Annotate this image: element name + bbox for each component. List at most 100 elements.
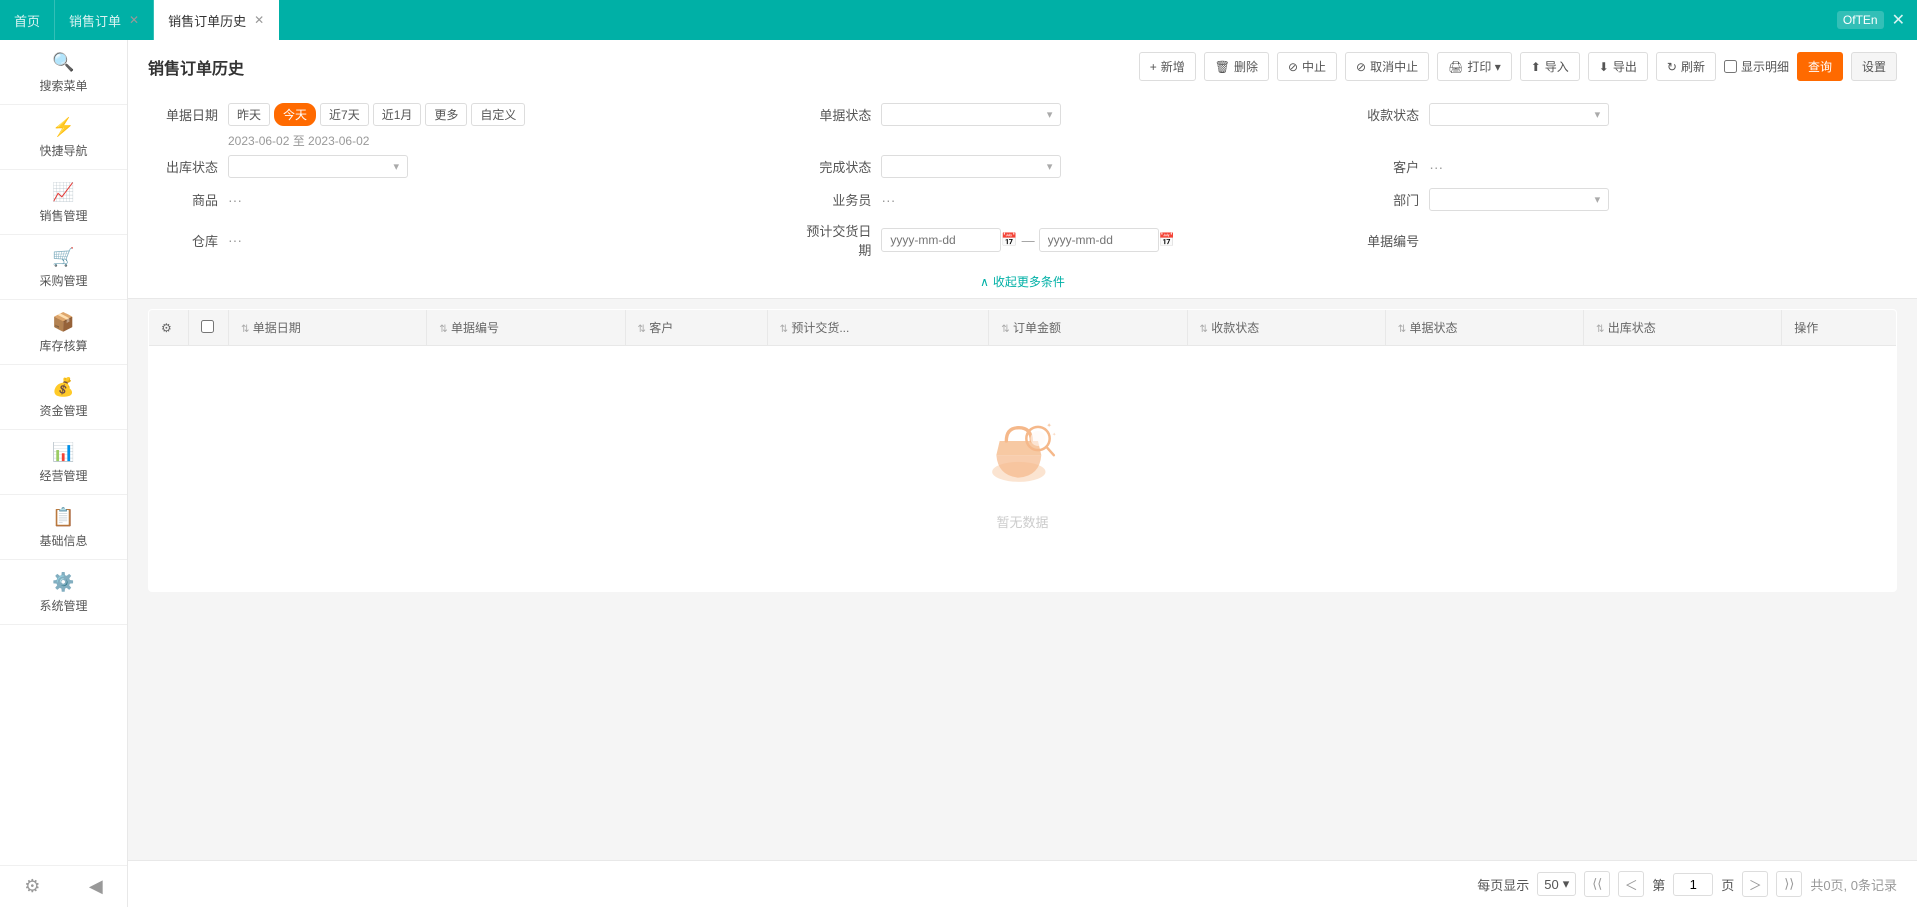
page-last-btn[interactable]: ⟩⟩ [1776,871,1802,897]
page-prev-btn[interactable]: ＜ [1618,871,1644,897]
empty-illustration: ✦ ✦ [973,406,1073,496]
sidebar-item-operations-label: 经营管理 [39,467,87,484]
th-customer-sort-icon[interactable]: ⇅ [638,324,646,335]
delivery-date-start-calendar-icon[interactable]: 📅 [1001,232,1017,248]
sales-icon: 📈 [52,182,74,203]
th-checkbox[interactable] [189,310,229,346]
goods-dots-btn[interactable]: ··· [228,192,242,208]
sidebar-item-basics[interactable]: 📋 基础信息 [0,495,127,560]
th-receipt-sort-icon[interactable]: ⇅ [1200,324,1208,335]
filter-row-3: 商品 ··· 业务员 ··· 部门 ▾ [148,188,1897,211]
th-settings[interactable]: ⚙ [149,310,189,346]
tab-home[interactable]: 首页 [0,0,55,40]
empty-state: ✦ ✦ 暂无数据 [149,346,1896,591]
topbar-right: OfTEn ✕ [1837,10,1917,30]
th-amount-sort-icon[interactable]: ⇅ [1001,324,1009,335]
tab-sales-order-history-close[interactable]: ✕ [254,13,264,27]
page-first-btn[interactable]: ⟨⟨ [1584,871,1610,897]
settings-button[interactable]: 设置 [1851,52,1897,81]
th-delivery-label: 预计交货... [791,321,849,335]
date-btn-custom[interactable]: 自定义 [471,103,525,126]
th-order-status-label: 单据状态 [1409,321,1457,335]
complete-chevron-icon: ▾ [1047,160,1053,173]
filter-row-1: 单据日期 昨天 今天 近7天 近1月 更多 自定义 [148,103,1897,126]
complete-status-select[interactable]: ▾ [881,155,1061,178]
th-customer-label: 客户 [649,321,673,335]
sidebar-item-search[interactable]: 🔍 搜索菜单 [0,40,127,105]
export-icon: ⬇ [1599,60,1609,74]
page-size-select[interactable]: 50 ▾ [1537,872,1576,896]
delivery-date-end[interactable] [1039,228,1159,252]
sidebar-item-sales[interactable]: 📈 销售管理 [0,170,127,235]
delivery-date-start[interactable] [881,228,1001,252]
cancel-stop-button[interactable]: ⊘ 取消中止 [1345,52,1429,81]
sidebar-item-quicknav[interactable]: ⚡ 快捷导航 [0,105,127,170]
date-btn-yesterday[interactable]: 昨天 [228,103,270,126]
date-btn-today[interactable]: 今天 [274,103,316,126]
date-btn-7days[interactable]: 近7天 [320,103,369,126]
th-out-sort-icon[interactable]: ⇅ [1596,324,1604,335]
date-btn-more[interactable]: 更多 [425,103,467,126]
date-buttons: 昨天 今天 近7天 近1月 更多 自定义 [228,103,525,126]
new-button[interactable]: + 新增 [1139,52,1196,81]
sidebar-item-finance[interactable]: 💰 资金管理 [0,365,127,430]
stop-button[interactable]: ⊘ 中止 [1277,52,1337,81]
page-next-btn[interactable]: ＞ [1742,871,1768,897]
status-filter-select[interactable]: ▾ [881,103,1061,126]
th-order-number-label: 单据编号 [451,321,499,335]
th-delivery-sort-icon[interactable]: ⇅ [780,324,788,335]
export-button[interactable]: ⬇ 导出 [1588,52,1648,81]
page-number-input[interactable] [1673,873,1713,896]
display-detail-checkbox[interactable]: 显示明细 [1724,58,1789,75]
tab-sales-order[interactable]: 销售订单 ✕ [55,0,154,40]
sidebar-item-system[interactable]: ⚙️ 系统管理 [0,560,127,625]
import-button[interactable]: ⬆ 导入 [1520,52,1580,81]
th-order-sort-icon[interactable]: ⇅ [1398,324,1406,335]
sidebar-settings-icon[interactable]: ⚙ [24,876,40,897]
th-date-sort-icon[interactable]: ⇅ [241,324,249,335]
warehouse-dots-btn[interactable]: ··· [228,232,242,248]
select-all-checkbox[interactable] [201,320,214,333]
print-button[interactable]: 🖨 打印 ▾ [1437,52,1512,81]
display-detail-input[interactable] [1724,60,1737,73]
sidebar-item-purchase[interactable]: 🛒 采购管理 [0,235,127,300]
tab-sales-order-close[interactable]: ✕ [129,13,139,27]
date-range-text: 2023-06-02 至 2023-06-02 [228,132,369,149]
new-label: 新增 [1161,58,1185,75]
delete-button[interactable]: 🗑 删除 [1204,52,1269,81]
filter-row-2: 出库状态 ▾ 完成状态 ▾ 客户 [148,155,1897,178]
department-select[interactable]: ▾ [1429,188,1609,211]
delete-icon: 🗑 [1215,60,1230,74]
query-button[interactable]: 查询 [1797,52,1843,81]
complete-status-label: 完成状态 [801,157,881,176]
topbar-close-btn[interactable]: ✕ [1892,10,1905,30]
sidebar-collapse-icon[interactable]: ◀ [89,876,103,897]
sidebar-item-inventory[interactable]: 📦 库存核算 [0,300,127,365]
empty-text: 暂无数据 [996,512,1048,531]
page-size-value: 50 [1544,877,1558,892]
date-filter-value: 昨天 今天 近7天 近1月 更多 自定义 [228,103,688,126]
refresh-button[interactable]: ↻ 刷新 [1656,52,1716,81]
out-status-select[interactable]: ▾ [228,155,408,178]
collapse-row[interactable]: ∧ 收起更多条件 [148,269,1897,298]
tab-home-label: 首页 [14,11,40,30]
receipt-chevron-icon: ▾ [1595,108,1601,121]
sidebar-item-operations[interactable]: 📊 经营管理 [0,430,127,495]
th-out-status-label: 出库状态 [1608,321,1656,335]
page-title-row: 销售订单历史 + 新增 🗑 删除 ⊘ 中止 ⊘ [148,52,1897,81]
display-detail-label: 显示明细 [1741,58,1789,75]
sidebar-item-search-label: 搜索菜单 [39,77,87,94]
date-btn-1month[interactable]: 近1月 [373,103,422,126]
print-label: 打印 ▾ [1467,58,1500,75]
svg-text:✦: ✦ [1046,422,1052,430]
table-head: ⚙ ⇅ 单据日期 ⇅ 单据编号 ⇅ 客户 [149,310,1897,346]
delivery-date-end-calendar-icon[interactable]: 📅 [1159,232,1175,248]
th-order-status: ⇅ 单据状态 [1385,310,1583,346]
tab-sales-order-history[interactable]: 销售订单历史 ✕ [154,0,279,40]
salesperson-dots-btn[interactable]: ··· [881,192,895,208]
main-content: 销售订单历史 + 新增 🗑 删除 ⊘ 中止 ⊘ [128,40,1917,907]
page-header: 销售订单历史 + 新增 🗑 删除 ⊘ 中止 ⊘ [128,40,1917,299]
receipt-status-select[interactable]: ▾ [1429,103,1609,126]
customer-dots-btn[interactable]: ··· [1429,159,1443,175]
th-order-number-sort-icon[interactable]: ⇅ [439,324,447,335]
